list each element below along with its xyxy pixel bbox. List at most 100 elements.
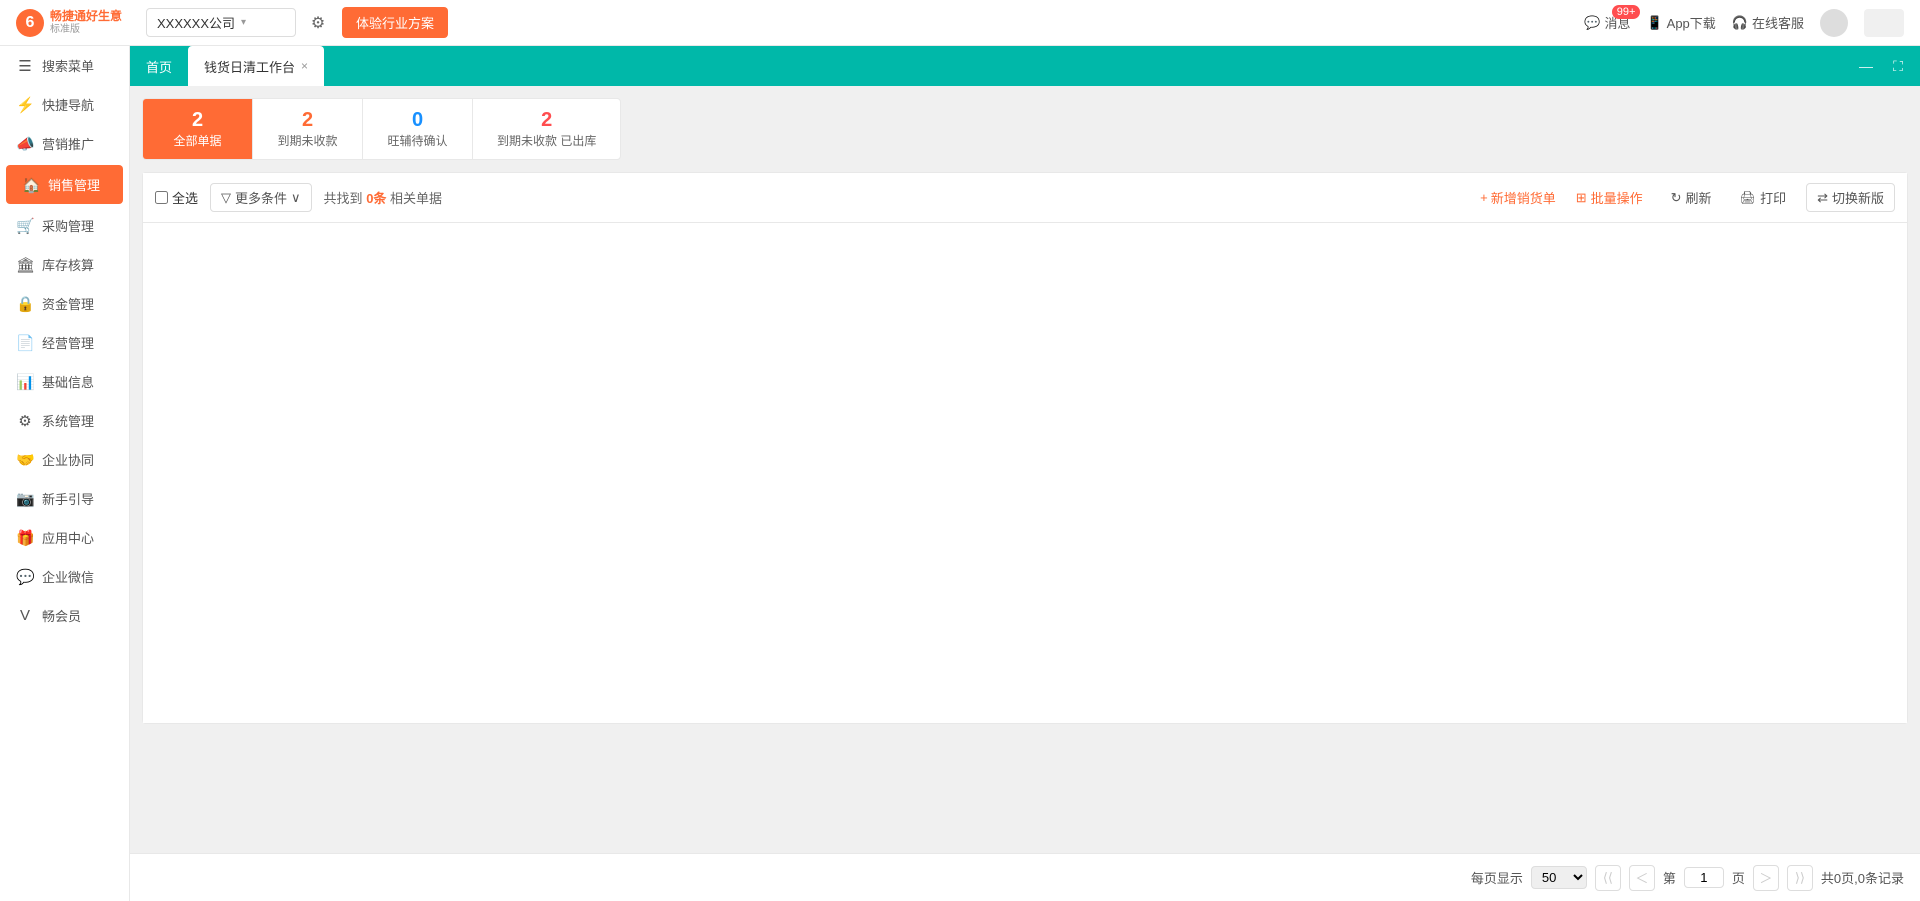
message-icon: 💬 [1584,15,1600,31]
select-all-label: 全选 [172,188,198,207]
pagination-bar: 每页显示 20 50 100 ⟨⟨ ＜ 第 页 ＞ ⟩⟩ 共0页,0条记录 [130,853,1920,901]
tab-home-label: 首页 [146,57,172,76]
settings-icon[interactable]: ⚙ [304,9,332,37]
stats-count-wangdian: 0 [387,109,448,132]
sidebar-item-label: 营销推广 [42,134,94,153]
user-menu[interactable] [1864,9,1904,37]
sidebar-item-label: 系统管理 [42,411,94,430]
top-header: 6 畅捷通好生意 标准版 XXXXXX公司 ▾ ⚙ 体验行业方案 💬 消息 99… [0,0,1920,46]
sidebar-item-app-center[interactable]: 🎁 应用中心 [0,518,129,557]
online-service-btn[interactable]: 🎧 在线客服 [1732,13,1804,32]
sidebar-item-label: 资金管理 [42,294,94,313]
trial-button[interactable]: 体验行业方案 [342,7,448,38]
filter-icon: ▽ [221,190,231,206]
new-sale-label: 新增销货单 [1491,188,1556,207]
new-sale-button[interactable]: + 新增销货单 [1480,188,1556,207]
app-download-btn[interactable]: 📱 App下载 [1646,13,1715,32]
flash-icon: ⚡ [16,96,34,114]
sidebar-item-marketing[interactable]: 📣 营销推广 [0,124,129,163]
filter-button[interactable]: ▽ 更多条件 ∨ [210,183,312,212]
sidebar-item-member[interactable]: V 畅会员 [0,596,129,635]
main-wrapper: 2 全部单据 2 到期未收款 0 旺辅待确认 2 到期未收款 已出库 全选 ▽ … [130,86,1920,853]
stats-tab-unshipped[interactable]: 2 到期未收款 已出库 [473,99,620,159]
basic-info-icon: 📊 [16,373,34,391]
page-size-select[interactable]: 20 50 100 [1531,866,1587,889]
sidebar-item-label: 企业协同 [42,450,94,469]
sidebar-item-purchase[interactable]: 🛒 采购管理 [0,206,129,245]
page-label: 第 [1663,868,1676,887]
sidebar-item-label: 经营管理 [42,333,94,352]
batch-op-button[interactable]: ⊞ 批量操作 [1568,184,1651,211]
sidebar-item-basic-info[interactable]: 📊 基础信息 [0,362,129,401]
batch-icon: ⊞ [1576,190,1587,206]
sidebar-item-quick-nav[interactable]: ⚡ 快捷导航 [0,85,129,124]
result-count: 0条 [366,191,386,206]
sidebar-item-cooperation[interactable]: 🤝 企业协同 [0,440,129,479]
message-btn[interactable]: 💬 消息 99+ [1584,13,1630,32]
select-all-checkbox[interactable]: 全选 [155,188,198,207]
page-first-btn[interactable]: ⟨⟨ [1595,865,1621,891]
member-icon: V [16,607,34,624]
switch-version-button[interactable]: ⇄ 切换新版 [1806,183,1895,212]
stats-tab-all[interactable]: 2 全部单据 [143,99,253,159]
inventory-icon: 🏛 [16,256,34,274]
logo-title: 畅捷通好生意 [50,9,122,23]
app-download-label: App下载 [1667,13,1716,32]
tab-minimize-btn[interactable]: — [1852,52,1880,80]
tab-home[interactable]: 首页 [130,46,188,86]
page-input[interactable] [1684,867,1724,888]
page-suffix: 页 [1732,868,1745,887]
result-prefix: 共找到 [324,191,363,206]
company-name: XXXXXX公司 [157,13,235,32]
tab-bar: 首页 钱货日清工作台 × — ⛶ [130,46,1920,86]
empty-content-area [143,223,1907,723]
sidebar-item-label: 应用中心 [42,528,94,547]
tab-maximize-btn[interactable]: ⛶ [1884,52,1912,80]
avatar[interactable] [1820,9,1848,37]
stats-label-unshipped: 到期未收款 已出库 [497,134,596,148]
print-button[interactable]: 🖨 打印 [1732,184,1795,211]
sidebar-item-inventory[interactable]: 🏛 库存核算 [0,245,129,284]
sidebar-item-label: 畅会员 [42,606,81,625]
message-badge: 99+ [1612,5,1641,19]
stats-tab-overdue[interactable]: 2 到期未收款 [253,99,363,159]
chevron-down-icon: ▾ [241,17,246,28]
purchase-icon: 🛒 [16,217,34,235]
sidebar-item-guide[interactable]: 📷 新手引导 [0,479,129,518]
sidebar-item-search-menu[interactable]: ☰ 搜索菜单 [0,46,129,85]
stats-count-unshipped: 2 [497,109,596,132]
company-selector[interactable]: XXXXXX公司 ▾ [146,8,296,37]
service-icon: 🎧 [1732,15,1748,31]
refresh-label: 刷新 [1686,188,1712,207]
new-sale-icon: + [1480,190,1488,205]
refresh-button[interactable]: ↻ 刷新 [1663,184,1720,211]
page-last-btn[interactable]: ⟩⟩ [1787,865,1813,891]
download-icon: 📱 [1646,15,1662,31]
header-right: 💬 消息 99+ 📱 App下载 🎧 在线客服 [1584,9,1904,37]
sidebar-item-finance[interactable]: 🔒 资金管理 [0,284,129,323]
stats-count-overdue: 2 [277,109,338,132]
tab-workbench[interactable]: 钱货日清工作台 × [188,46,324,86]
sidebar-item-operations[interactable]: 📄 经营管理 [0,323,129,362]
stats-label-overdue: 到期未收款 [277,134,337,148]
finance-icon: 🔒 [16,295,34,313]
operations-icon: 📄 [16,334,34,352]
sidebar-item-sales[interactable]: 🏠 销售管理 [6,165,123,204]
sidebar-item-label: 快捷导航 [42,95,94,114]
stats-tab-wangdian[interactable]: 0 旺辅待确认 [363,99,473,159]
result-text: 共找到 0条 相关单据 [324,188,443,207]
sidebar-item-label: 销售管理 [48,175,100,194]
sales-icon: 🏠 [22,176,40,194]
select-all-input[interactable] [155,191,168,204]
result-suffix: 相关单据 [390,191,442,206]
sidebar-item-label: 搜索菜单 [42,56,94,75]
switch-icon: ⇄ [1817,190,1828,206]
sidebar-item-label: 新手引导 [42,489,94,508]
sidebar-item-wechat[interactable]: 💬 企业微信 [0,557,129,596]
wechat-icon: 💬 [16,568,34,586]
sidebar-item-label: 企业微信 [42,567,94,586]
page-prev-btn[interactable]: ＜ [1629,865,1655,891]
sidebar-item-system[interactable]: ⚙ 系统管理 [0,401,129,440]
tab-close-icon[interactable]: × [301,59,308,73]
page-next-btn[interactable]: ＞ [1753,865,1779,891]
